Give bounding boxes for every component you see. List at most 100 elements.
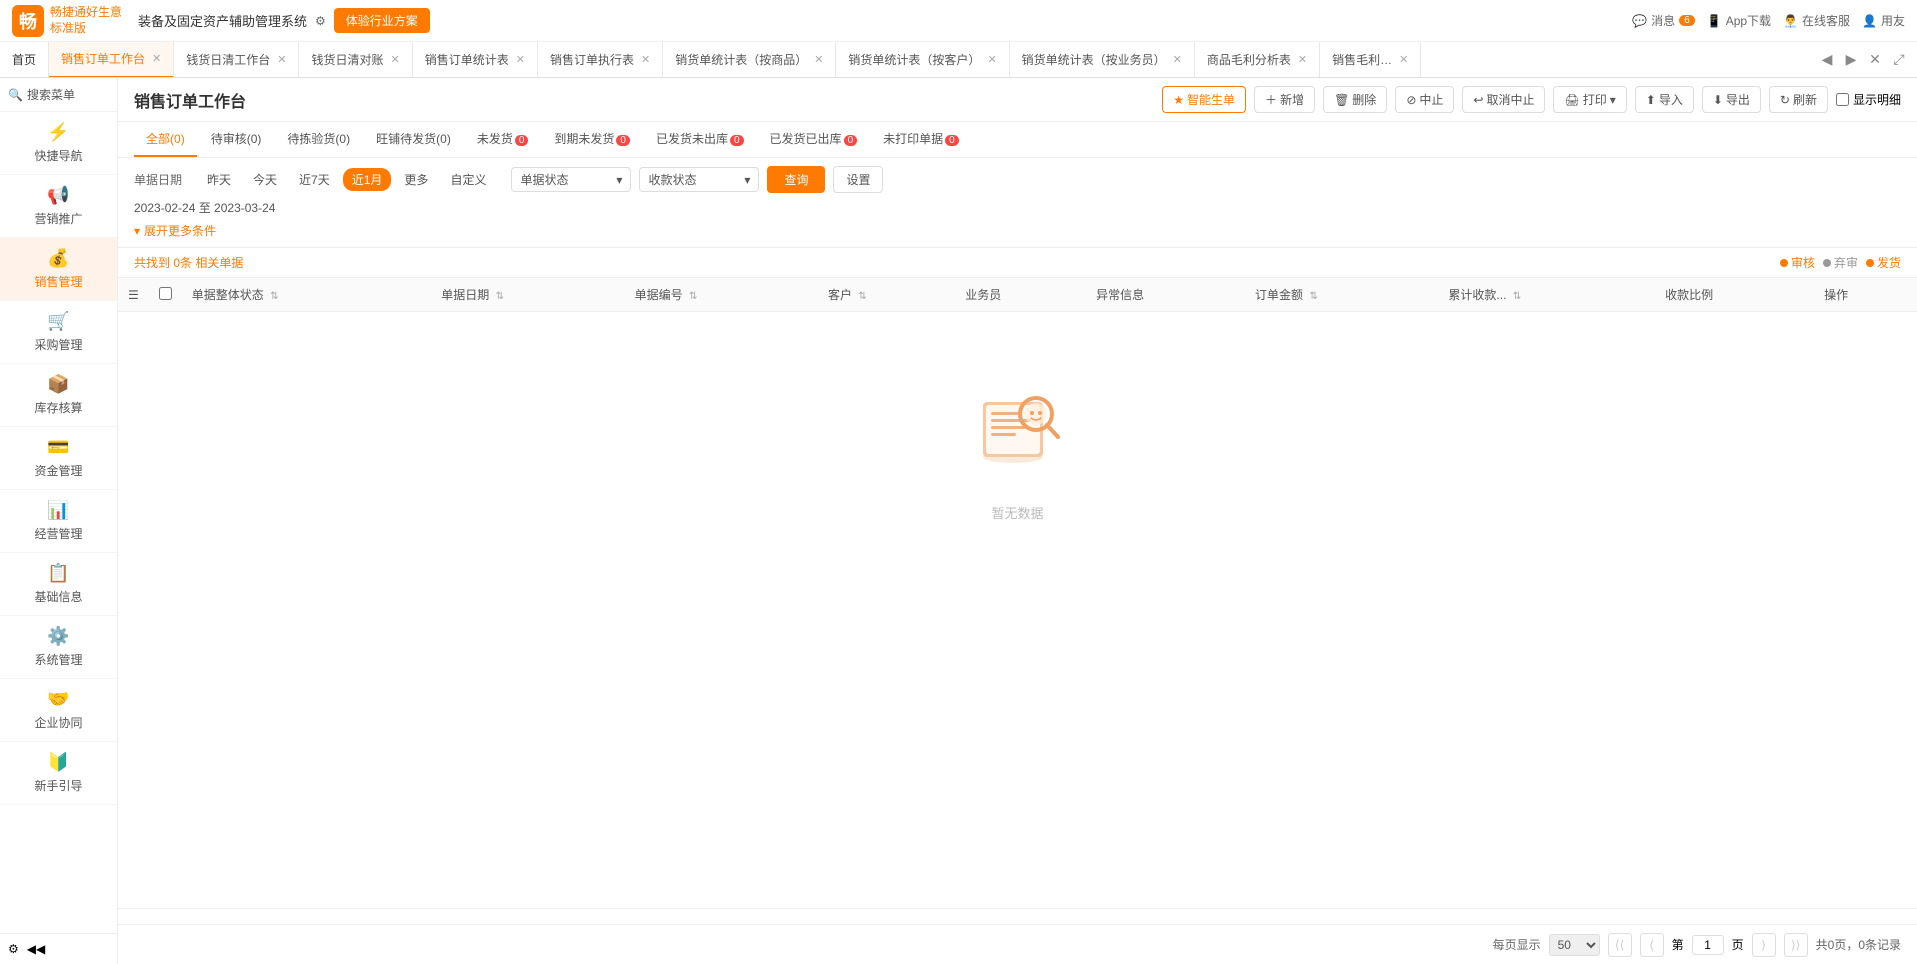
tab-close-icon[interactable]: ✕ [277,53,286,66]
smart-create-button[interactable]: ★ 智能生单 [1162,86,1246,113]
tab-nav-prev[interactable]: ◀ [1817,50,1837,70]
horizontal-scrollbar[interactable] [118,908,1917,924]
empty-text: 暂无数据 [991,503,1043,522]
sort-icon[interactable]: ⇅ [858,291,866,302]
tab-close-icon[interactable]: ✕ [1399,53,1408,66]
sidebar-item-purchase[interactable]: 🛒 采购管理 [0,301,117,364]
tab-sales-stats[interactable]: 销售订单统计表 ✕ [413,42,538,78]
sidebar-item-finance[interactable]: 💳 资金管理 [0,427,117,490]
tab-sales-profit[interactable]: 销售毛利… ✕ [1320,42,1421,78]
sidebar-item-inventory[interactable]: 📦 库存核算 [0,364,117,427]
tab-cash-daily[interactable]: 钱货日清工作台 ✕ [174,42,299,78]
sub-tab-shipped-not-out[interactable]: 已发货未出库0 [644,122,756,157]
sidebar-item-operation[interactable]: 📊 经营管理 [0,490,117,553]
col-received: 累计收款... ⇅ [1438,278,1655,312]
tab-close-icon[interactable]: ✕ [987,53,996,66]
sub-tab-pending-review[interactable]: 待审核(0) [199,122,274,157]
app-download-button[interactable]: 📱 App下载 [1707,12,1771,29]
cancel-stop-button[interactable]: ↩ 取消中止 [1462,86,1545,113]
sub-tab-all[interactable]: 全部(0) [134,122,197,157]
page-first-btn[interactable]: ⟨⟨ [1608,933,1632,957]
sort-icon[interactable]: ⇅ [270,291,278,302]
refresh-button[interactable]: ↻ 刷新 [1769,86,1828,113]
tab-sales-stats-customer[interactable]: 销货单统计表（按客户） ✕ [836,42,1009,78]
expand-more-button[interactable]: ▾ 展开更多条件 [134,222,1901,239]
online-service-button[interactable]: 👨‍💼 在线客服 [1783,12,1850,29]
tab-cash-reconcile[interactable]: 钱货日清对账 ✕ [299,42,412,78]
col-checkbox[interactable] [149,278,182,312]
status-select[interactable]: 单据状态 ▾ [511,167,631,192]
experience-button[interactable]: 体验行业方案 [334,8,430,33]
tab-sales-exec[interactable]: 销售订单执行表 ✕ [538,42,663,78]
sidebar-search[interactable]: 🔍 搜索菜单 [0,78,117,112]
date-btn-custom[interactable]: 自定义 [441,168,495,191]
user-menu-button[interactable]: 👤 用友 [1862,12,1905,29]
tab-home[interactable]: 首页 [0,42,49,78]
sidebar-settings-icon[interactable]: ⚙ [8,942,19,956]
sub-tab-shipped-out[interactable]: 已发货已出库0 [758,122,870,157]
settings-icon[interactable]: ⚙ [315,14,326,28]
tab-nav-next[interactable]: ▶ [1841,50,1861,70]
sidebar-collapse-icon[interactable]: ◀◀ [27,942,45,956]
tab-close-icon[interactable]: ✕ [1298,53,1307,66]
tab-sales-stats-product[interactable]: 销货单统计表（按商品） ✕ [663,42,836,78]
sort-icon[interactable]: ⇅ [1309,291,1317,302]
show-detail-checkbox[interactable]: 显示明细 [1836,91,1901,108]
sort-icon[interactable]: ⇅ [1513,291,1521,302]
audit-dot [1780,259,1788,267]
date-btn-today[interactable]: 今天 [244,168,286,191]
message-button[interactable]: 💬 消息 6 [1632,12,1695,29]
tab-close-icon[interactable]: ✕ [814,53,823,66]
add-button[interactable]: ＋ 新增 [1254,86,1315,113]
date-range-display: 2023-02-24 至 2023-03-24 [134,199,275,216]
export-button[interactable]: ⬇ 导出 [1702,86,1761,113]
sidebar-item-system[interactable]: ⚙️ 系统管理 [0,616,117,679]
receipt-select[interactable]: 收款状态 ▾ [639,167,759,192]
date-btn-7days[interactable]: 近7天 [290,168,339,191]
tab-sales-workbench[interactable]: 销售订单工作台 ✕ [49,42,174,78]
sort-icon[interactable]: ⇅ [689,291,697,302]
tab-margin-analysis[interactable]: 商品毛利分析表 ✕ [1195,42,1320,78]
import-button[interactable]: ⬆ 导入 [1635,86,1694,113]
sidebar-item-enterprise[interactable]: 🤝 企业协同 [0,679,117,742]
sub-tab-pending-inspect[interactable]: 待拣验货(0) [275,122,362,157]
print-button[interactable]: 🖨 打印 ▾ [1553,86,1626,113]
ship-button[interactable]: 发货 [1866,254,1901,271]
settings-filter-button[interactable]: 设置 [833,166,883,193]
tab-maximize[interactable]: ⤢ [1889,50,1909,70]
tab-close-icon[interactable]: ✕ [516,53,525,66]
select-all-checkbox[interactable] [159,287,172,300]
sidebar-item-basic[interactable]: 📋 基础信息 [0,553,117,616]
date-btn-yesterday[interactable]: 昨天 [198,168,240,191]
sidebar-item-guide[interactable]: 🔰 新手引导 [0,742,117,805]
page-last-btn[interactable]: ⟩⟩ [1784,933,1808,957]
audit-button[interactable]: 审核 [1780,254,1815,271]
stop-button[interactable]: ⊘ 中止 [1395,86,1454,113]
sidebar-item-sales[interactable]: 💰 销售管理 [0,238,117,301]
sort-icon[interactable]: ⇅ [496,291,504,302]
date-btn-1month[interactable]: 近1月 [343,168,392,191]
sub-tab-not-shipped[interactable]: 未发货0 [465,122,541,157]
page-prev-btn[interactable]: ⟨ [1640,933,1664,957]
tab-close-icon[interactable]: ✕ [1173,53,1182,66]
tab-close-icon[interactable]: ✕ [641,53,650,66]
tab-sales-stats-staff[interactable]: 销货单统计表（按业务员） ✕ [1010,42,1195,78]
sub-tab-not-printed[interactable]: 未打印单据0 [871,122,971,157]
date-btn-more[interactable]: 更多 [395,168,437,191]
tab-close-icon[interactable]: ✕ [152,52,161,65]
per-page-label: 每页显示 [1493,936,1541,953]
sidebar-item-quick-nav[interactable]: ⚡ 快捷导航 [0,112,117,175]
page-next-btn[interactable]: ⟩ [1752,933,1776,957]
revoke-button[interactable]: 弃审 [1823,254,1858,271]
query-button[interactable]: 查询 [767,166,825,193]
detail-checkbox-input[interactable] [1836,93,1849,106]
sub-tab-overdue[interactable]: 到期未发货0 [542,122,642,157]
delete-button[interactable]: 🗑 删除 [1323,86,1387,113]
sub-tab-wangpu[interactable]: 旺铺待发货(0) [364,122,463,157]
tab-close-icon[interactable]: ✕ [391,53,400,66]
tab-close-all[interactable]: ✕ [1865,50,1885,70]
quick-nav-icon: ⚡ [47,122,69,143]
sidebar-item-marketing[interactable]: 📢 营销推广 [0,175,117,238]
per-page-select[interactable]: 50 10 20 100 [1549,934,1600,956]
page-input[interactable] [1692,935,1724,955]
